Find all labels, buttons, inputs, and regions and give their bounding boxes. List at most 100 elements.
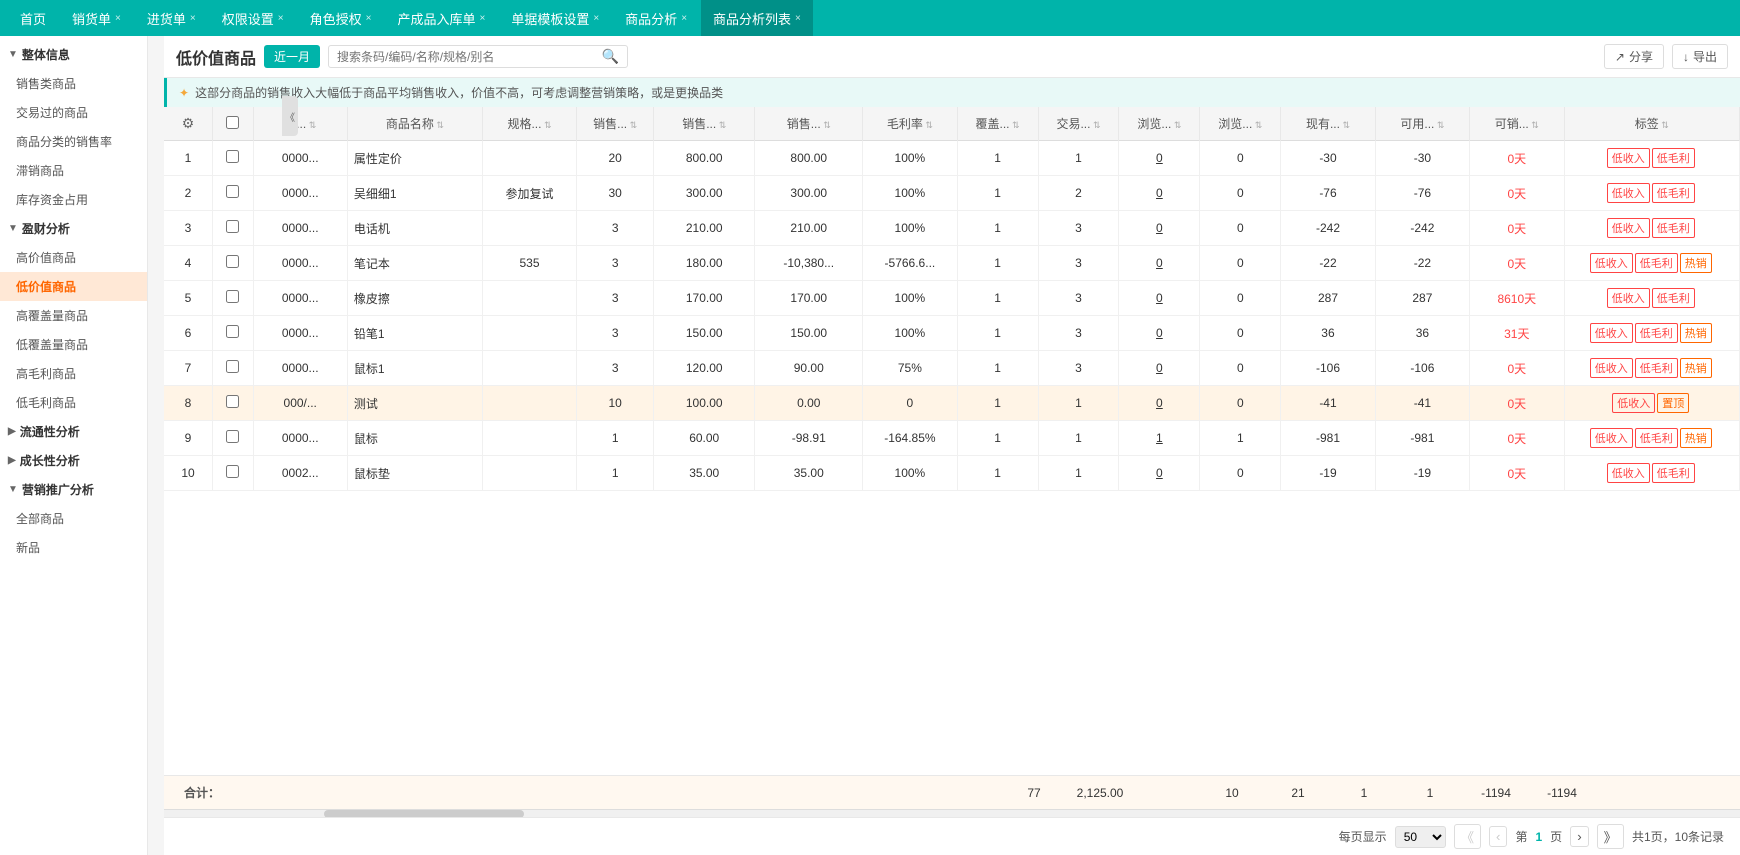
nav-tab-首页[interactable]: 首页 [8, 0, 58, 36]
sidebar-item-商品分类的销售率[interactable]: 商品分类的销售率 [0, 127, 147, 156]
col-header-saleable[interactable]: 可销... ⇅ [1470, 107, 1564, 141]
sidebar-section-整体信息[interactable]: ▼整体信息 [0, 40, 147, 69]
row-checkbox[interactable] [226, 150, 239, 163]
sort-icon[interactable]: ⇅ [1252, 120, 1262, 130]
col-header-trade[interactable]: 交易... ⇅ [1038, 107, 1119, 141]
browse1-link[interactable]: 0 [1156, 221, 1163, 235]
nav-tab-销货单[interactable]: 销货单× [60, 0, 133, 36]
browse1-link[interactable]: 0 [1156, 466, 1163, 480]
col-header-sales_cost[interactable]: 销售... ⇅ [755, 107, 863, 141]
tab-close-icon[interactable]: × [795, 13, 801, 24]
tab-close-icon[interactable]: × [190, 13, 196, 24]
browse1-link[interactable]: 0 [1156, 361, 1163, 375]
tab-close-icon[interactable]: × [278, 13, 284, 24]
row-checkbox[interactable] [226, 395, 239, 408]
sidebar-section-营销推广分析[interactable]: ▼营销推广分析 [0, 475, 147, 504]
row-checkbox[interactable] [226, 255, 239, 268]
nav-tab-角色授权[interactable]: 角色授权× [298, 0, 384, 36]
nav-tab-产成品入库单[interactable]: 产成品入库单× [385, 0, 497, 36]
col-header-spec[interactable]: 规格... ⇅ [482, 107, 576, 141]
filter-btn[interactable]: 近一月 [264, 45, 320, 68]
nav-tab-单据模板设置[interactable]: 单据模板设置× [499, 0, 611, 36]
prev-page-btn[interactable]: ‹ [1489, 826, 1507, 847]
nav-tab-商品分析列表[interactable]: 商品分析列表× [701, 0, 813, 36]
sort-icon[interactable]: ⇅ [821, 120, 831, 130]
col-header-name[interactable]: 商品名称 ⇅ [347, 107, 482, 141]
table-wrapper[interactable]: ⚙商... ⇅商品名称 ⇅规格... ⇅销售... ⇅销售... ⇅销售... … [164, 107, 1740, 775]
browse1-link[interactable]: 0 [1156, 291, 1163, 305]
row-checkbox[interactable] [226, 185, 239, 198]
col-header-browse1[interactable]: 浏览... ⇅ [1119, 107, 1200, 141]
sidebar-item-高覆盖量商品[interactable]: 高覆盖量商品 [0, 301, 147, 330]
sidebar-item-高毛利商品[interactable]: 高毛利商品 [0, 359, 147, 388]
sort-icon[interactable]: ⇅ [1529, 120, 1539, 130]
row-checkbox[interactable] [226, 465, 239, 478]
col-header-tags[interactable]: 标签 ⇅ [1564, 107, 1740, 141]
nav-tab-权限设置[interactable]: 权限设置× [210, 0, 296, 36]
sort-icon[interactable]: ⇅ [541, 120, 551, 130]
sort-icon[interactable]: ⇅ [1434, 120, 1444, 130]
sort-icon[interactable]: ⇅ [1090, 120, 1100, 130]
sidebar-section-成长性分析[interactable]: ▶成长性分析 [0, 446, 147, 475]
tab-close-icon[interactable]: × [681, 13, 687, 24]
select-all-checkbox[interactable] [226, 116, 239, 129]
sidebar-item-高价值商品[interactable]: 高价值商品 [0, 243, 147, 272]
sidebar-item-滞销商品[interactable]: 滞销商品 [0, 156, 147, 185]
next-page-btn[interactable]: › [1570, 826, 1588, 847]
sidebar-section-盈财分析[interactable]: ▼盈财分析 [0, 214, 147, 243]
row-checkbox[interactable] [226, 360, 239, 373]
col-header-code[interactable]: 商... ⇅ [253, 107, 347, 141]
browse1-link[interactable]: 0 [1156, 186, 1163, 200]
col-header-available[interactable]: 可用... ⇅ [1375, 107, 1469, 141]
last-page-btn[interactable]: 》 [1597, 824, 1624, 849]
settings-icon[interactable]: ⚙ [182, 115, 195, 131]
col-header-gross_margin[interactable]: 毛利率 ⇅ [863, 107, 957, 141]
sort-icon[interactable]: ⇅ [923, 120, 933, 130]
col-header-sales_qty[interactable]: 销售... ⇅ [577, 107, 654, 141]
sort-icon[interactable]: ⇅ [627, 120, 637, 130]
scrollbar-area[interactable] [164, 809, 1740, 817]
sidebar-item-全部商品[interactable]: 全部商品 [0, 504, 147, 533]
sort-icon[interactable]: ⇅ [1340, 120, 1350, 130]
row-checkbox[interactable] [226, 430, 239, 443]
sidebar-item-低价值商品[interactable]: 低价值商品 [0, 272, 147, 301]
sidebar-collapse-btn[interactable]: 《 [282, 96, 298, 136]
sort-icon[interactable]: ⇅ [1659, 120, 1669, 130]
row-sales-cost: 35.00 [755, 456, 863, 491]
sidebar-item-销售类商品[interactable]: 销售类商品 [0, 69, 147, 98]
sidebar-item-交易过的商品[interactable]: 交易过的商品 [0, 98, 147, 127]
sort-icon[interactable]: ⇅ [306, 120, 316, 130]
tab-close-icon[interactable]: × [115, 13, 121, 24]
nav-tab-进货单[interactable]: 进货单× [135, 0, 208, 36]
tab-close-icon[interactable]: × [593, 13, 599, 24]
row-checkbox[interactable] [226, 220, 239, 233]
search-input[interactable] [337, 50, 602, 64]
tab-close-icon[interactable]: × [479, 13, 485, 24]
browse1-link[interactable]: 0 [1156, 256, 1163, 270]
browse1-link[interactable]: 0 [1156, 326, 1163, 340]
col-header-current_stock[interactable]: 现有... ⇅ [1281, 107, 1375, 141]
export-btn[interactable]: ↓ 导出 [1672, 44, 1728, 69]
sort-icon[interactable]: ⇅ [434, 120, 444, 130]
sort-icon[interactable]: ⇅ [1010, 120, 1020, 130]
col-header-coverage[interactable]: 覆盖... ⇅ [957, 107, 1038, 141]
nav-tab-商品分析[interactable]: 商品分析× [613, 0, 699, 36]
col-header-browse2[interactable]: 浏览... ⇅ [1200, 107, 1281, 141]
col-header-sales_amount[interactable]: 销售... ⇅ [654, 107, 755, 141]
sidebar-item-低毛利商品[interactable]: 低毛利商品 [0, 388, 147, 417]
per-page-select[interactable]: 50 100 200 [1395, 826, 1446, 848]
browse1-link[interactable]: 0 [1156, 151, 1163, 165]
browse1-link[interactable]: 1 [1156, 431, 1163, 445]
first-page-btn[interactable]: 《 [1454, 824, 1481, 849]
sidebar-item-库存资金占用[interactable]: 库存资金占用 [0, 185, 147, 214]
sidebar-item-新品[interactable]: 新品 [0, 533, 147, 562]
row-checkbox[interactable] [226, 290, 239, 303]
sidebar-section-流通性分析[interactable]: ▶流通性分析 [0, 417, 147, 446]
sort-icon[interactable]: ⇅ [716, 120, 726, 130]
browse1-link[interactable]: 0 [1156, 396, 1163, 410]
row-checkbox[interactable] [226, 325, 239, 338]
sort-icon[interactable]: ⇅ [1171, 120, 1181, 130]
share-btn[interactable]: ↗ 分享 [1604, 44, 1664, 69]
sidebar-item-低覆盖量商品[interactable]: 低覆盖量商品 [0, 330, 147, 359]
tab-close-icon[interactable]: × [366, 13, 372, 24]
